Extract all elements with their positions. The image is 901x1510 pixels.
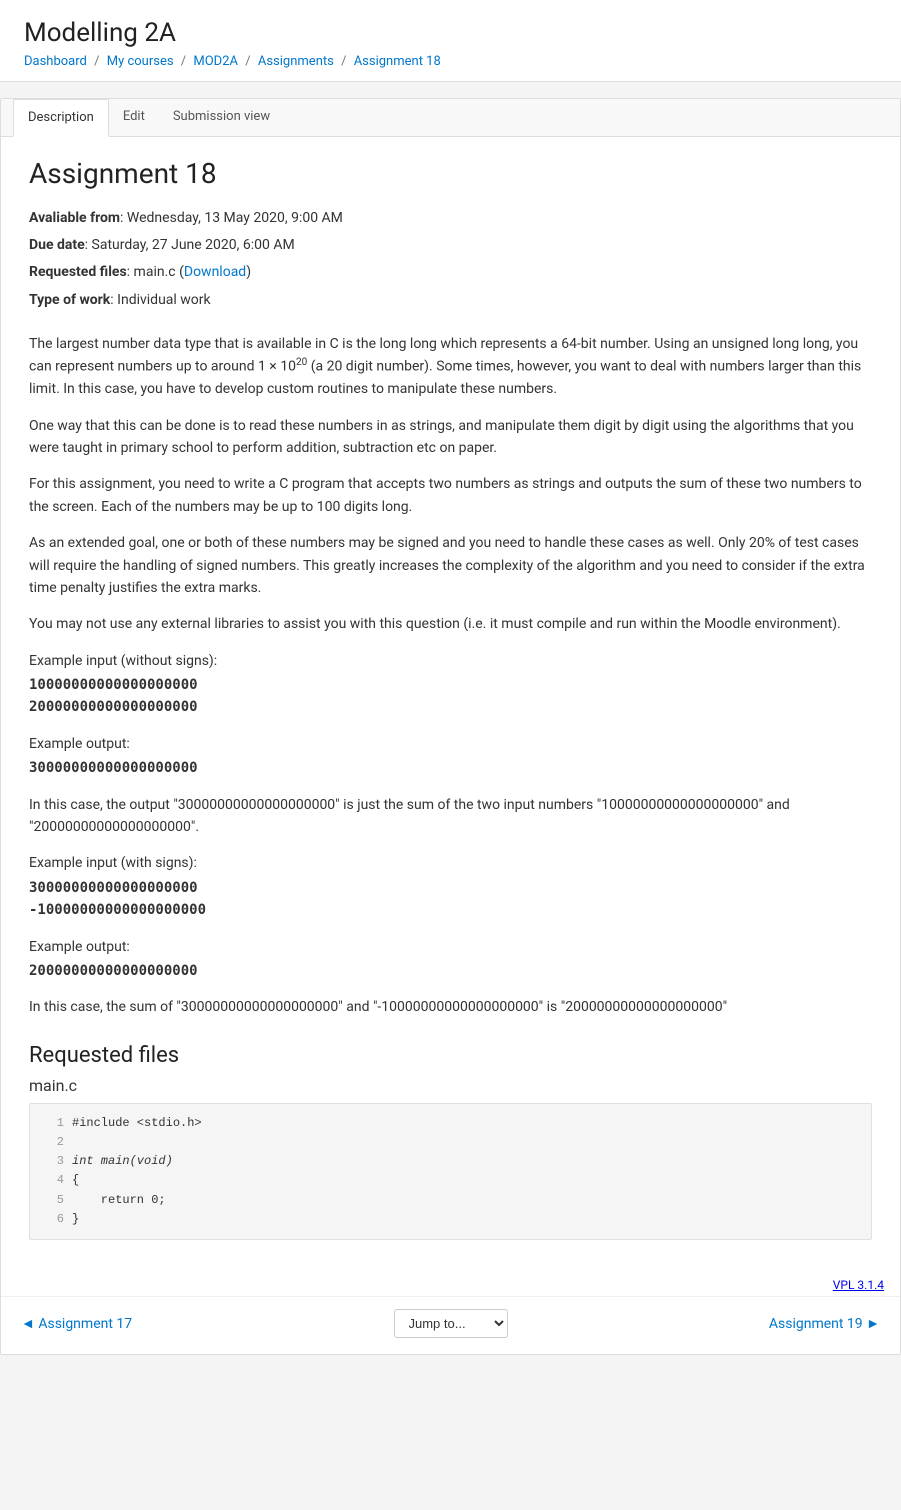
body-para-2: One way that this can be done is to read… xyxy=(29,415,872,460)
tab-description[interactable]: Description xyxy=(13,99,109,137)
file-name: main.c xyxy=(29,1076,872,1095)
body-text: The largest number data type that is ava… xyxy=(29,333,872,1019)
footer-nav: ◄ Assignment 17 Jump to... Assignment 19… xyxy=(1,1296,900,1354)
prev-assignment-link[interactable]: ◄ Assignment 17 xyxy=(21,1315,132,1332)
vpl-version: VPL 3.1.4 xyxy=(1,1270,900,1296)
explanation-2: In this case, the sum of "30000000000000… xyxy=(29,996,872,1018)
example-output-1: Example output: 30000000000000000000 xyxy=(29,733,872,780)
page-title: Modelling 2A xyxy=(24,18,877,48)
available-from: Avaliable from: Wednesday, 13 May 2020, … xyxy=(29,206,872,231)
code-block: 1#include <stdio.h> 2 3int main(void) 4{… xyxy=(29,1103,872,1240)
example-output-value-1: 30000000000000000000 xyxy=(29,757,872,779)
tab-submission-view[interactable]: Submission view xyxy=(159,99,284,137)
requested-files-heading: Requested files xyxy=(29,1043,872,1068)
assignment-title: Assignment 18 xyxy=(29,157,872,190)
meta-info: Avaliable from: Wednesday, 13 May 2020, … xyxy=(29,206,872,313)
example-input-no-signs-value-1: 10000000000000000000 xyxy=(29,674,872,696)
example-input-signs-value-1: 30000000000000000000 xyxy=(29,877,872,899)
due-date: Due date: Saturday, 27 June 2020, 6:00 A… xyxy=(29,233,872,258)
vpl-version-link[interactable]: VPL 3.1.4 xyxy=(833,1278,884,1292)
breadcrumb-assignments[interactable]: Assignments xyxy=(258,54,334,69)
example-input-signs-value-2: -10000000000000000000 xyxy=(29,899,872,921)
example-output-signs-label: Example output: xyxy=(29,936,872,958)
breadcrumb-dashboard[interactable]: Dashboard xyxy=(24,54,87,69)
download-link[interactable]: Download xyxy=(184,264,246,280)
breadcrumb-mod2a[interactable]: MOD2A xyxy=(193,54,238,69)
example-input-no-signs-label: Example input (without signs): xyxy=(29,650,872,672)
example-output-label-1: Example output: xyxy=(29,733,872,755)
example-input-signs: Example input (with signs): 300000000000… xyxy=(29,852,872,921)
breadcrumb-mycourses[interactable]: My courses xyxy=(107,54,174,69)
example-input-no-signs-value-2: 20000000000000000000 xyxy=(29,696,872,718)
breadcrumb-assignment18[interactable]: Assignment 18 xyxy=(354,54,441,69)
body-para-5: You may not use any external libraries t… xyxy=(29,613,872,635)
next-assignment-link[interactable]: Assignment 19 ► xyxy=(769,1315,880,1332)
example-output-2: Example output: 20000000000000000000 xyxy=(29,936,872,983)
main-content: Description Edit Submission view Assignm… xyxy=(0,98,901,1355)
body-para-3: For this assignment, you need to write a… xyxy=(29,473,872,518)
jump-to-select[interactable]: Jump to... xyxy=(394,1309,508,1338)
example-input-signs-label: Example input (with signs): xyxy=(29,852,872,874)
page-header: Modelling 2A Dashboard / My courses / MO… xyxy=(0,0,901,82)
body-para-4: As an extended goal, one or both of thes… xyxy=(29,532,872,599)
example-input-no-signs: Example input (without signs): 100000000… xyxy=(29,650,872,719)
requested-files-meta: Requested files: main.c (Download) xyxy=(29,260,872,285)
tabs: Description Edit Submission view xyxy=(1,99,900,137)
type-of-work: Type of work: Individual work xyxy=(29,288,872,313)
content-area: Assignment 18 Avaliable from: Wednesday,… xyxy=(1,137,900,1270)
tab-edit[interactable]: Edit xyxy=(109,99,159,137)
example-output-signs-value: 20000000000000000000 xyxy=(29,960,872,982)
body-para-1: The largest number data type that is ava… xyxy=(29,333,872,401)
breadcrumb: Dashboard / My courses / MOD2A / Assignm… xyxy=(24,54,877,69)
explanation-1: In this case, the output "30000000000000… xyxy=(29,794,872,839)
